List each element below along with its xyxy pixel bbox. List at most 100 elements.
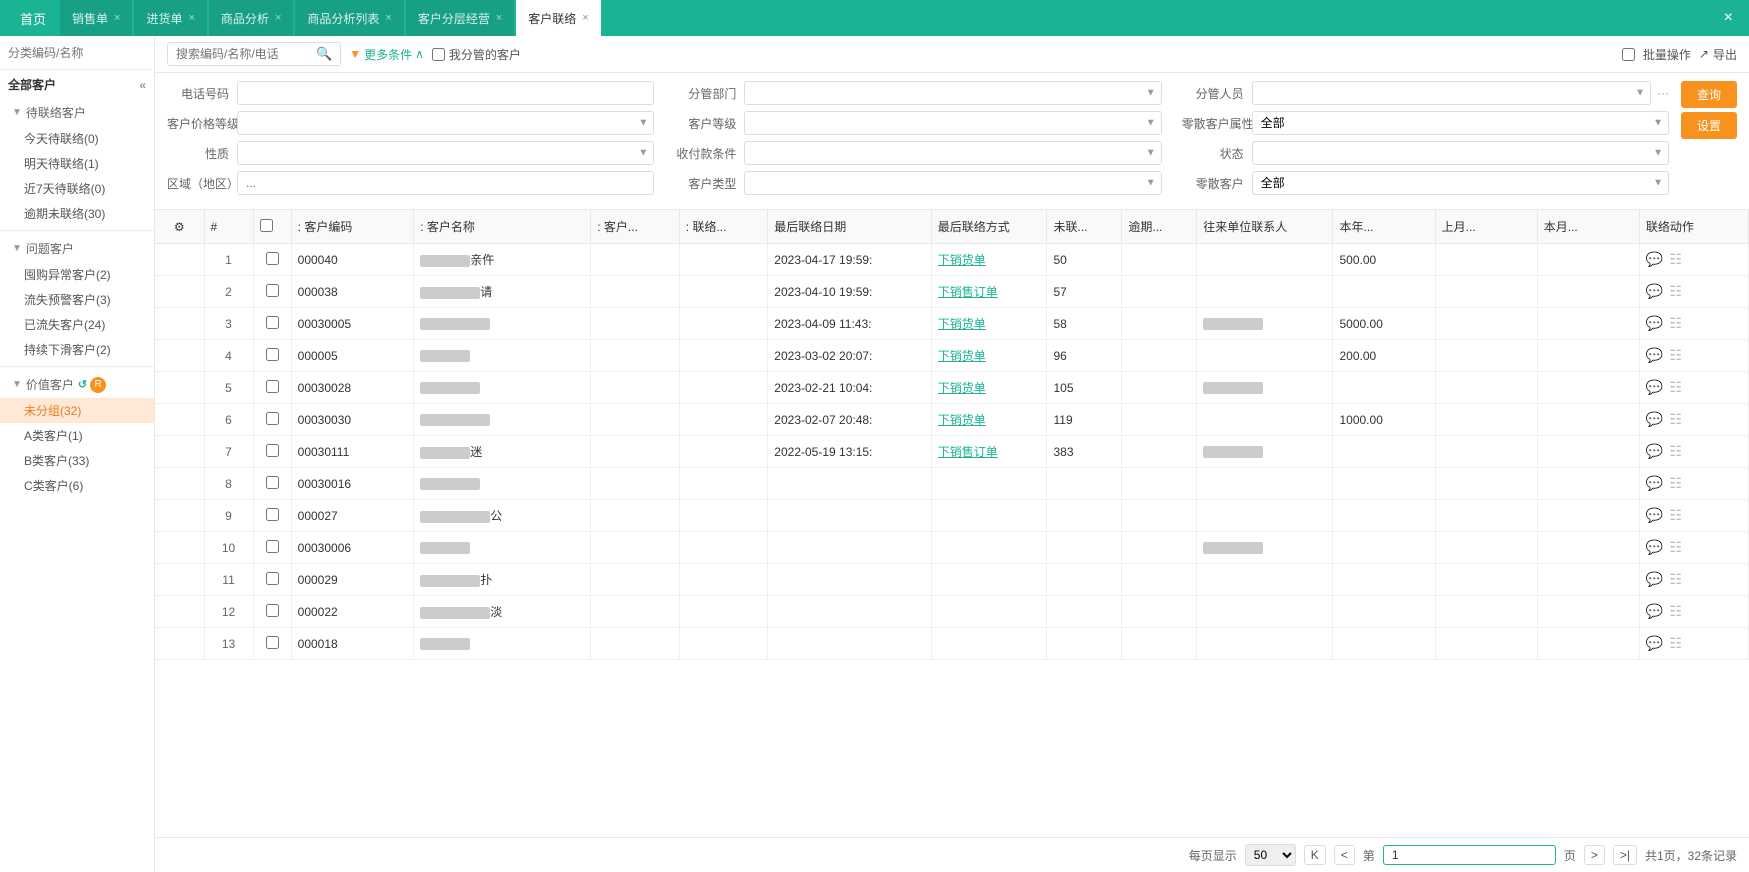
action-grid-icon[interactable]: ☷ <box>1669 475 1682 492</box>
tab-customer-tier[interactable]: 客户分层经营 × <box>406 0 514 36</box>
lastway-link[interactable]: 下销货单 <box>938 381 986 395</box>
sidebar-item-tomorrow-pending[interactable]: 明天待联络(1) <box>0 151 154 176</box>
action-grid-icon[interactable]: ☷ <box>1669 347 1682 364</box>
tab-sales-order[interactable]: 销售单 × <box>60 0 132 36</box>
row-checkbox[interactable] <box>266 572 279 585</box>
filter-more-conditions[interactable]: ▼ 更多条件 ∧ <box>349 46 424 63</box>
tab-product-analysis-list[interactable]: 商品分析列表 × <box>295 0 403 36</box>
row-checkbox[interactable] <box>266 604 279 617</box>
action-grid-icon[interactable]: ☷ <box>1669 251 1682 268</box>
filter-search-input[interactable] <box>176 47 316 61</box>
row-checkbox[interactable] <box>266 284 279 297</box>
action-grid-icon[interactable]: ☷ <box>1669 571 1682 588</box>
sidebar-item-type-a[interactable]: A类客户(1) <box>0 423 154 448</box>
action-grid-icon[interactable]: ☷ <box>1669 603 1682 620</box>
table-cell-check[interactable] <box>253 628 291 660</box>
filter-search-icon[interactable]: 🔍 <box>316 46 332 62</box>
adv-field-region-input[interactable] <box>237 171 654 195</box>
row-checkbox[interactable] <box>266 476 279 489</box>
sidebar-item-overdue-pending[interactable]: 逾期未联络(30) <box>0 201 154 226</box>
action-chat-icon[interactable]: 💬 <box>1646 539 1663 556</box>
sidebar-item-today-pending[interactable]: 今天待联络(0) <box>0 126 154 151</box>
row-checkbox[interactable] <box>266 348 279 361</box>
table-cell-check[interactable] <box>253 564 291 596</box>
table-cell-check[interactable] <box>253 532 291 564</box>
sidebar-collapse-icon[interactable]: « <box>139 78 146 92</box>
row-checkbox[interactable] <box>266 508 279 521</box>
th-settings[interactable]: ⚙ <box>155 210 204 244</box>
sidebar-item-churned[interactable]: 已流失客户(24) <box>0 312 154 337</box>
row-checkbox[interactable] <box>266 252 279 265</box>
tab-purchase-order[interactable]: 进货单 × <box>134 0 206 36</box>
sidebar-search-input[interactable] <box>8 46 155 60</box>
lastway-link[interactable]: 下销货单 <box>938 349 986 363</box>
tab-product-analysis[interactable]: 商品分析 × <box>209 0 293 36</box>
tab-product-analysis-list-close[interactable]: × <box>385 12 391 24</box>
pagination-first-btn[interactable]: K <box>1304 845 1326 865</box>
table-cell-check[interactable] <box>253 340 291 372</box>
tab-customer-tier-close[interactable]: × <box>496 12 502 24</box>
adv-field-payment-select[interactable] <box>744 141 1161 165</box>
action-grid-icon[interactable]: ☷ <box>1669 443 1682 460</box>
action-chat-icon[interactable]: 💬 <box>1646 507 1663 524</box>
table-cell-check[interactable] <box>253 276 291 308</box>
manager-more-icon[interactable]: ··· <box>1657 86 1669 100</box>
action-grid-icon[interactable]: ☷ <box>1669 283 1682 300</box>
action-grid-icon[interactable]: ☷ <box>1669 379 1682 396</box>
table-cell-check[interactable] <box>253 308 291 340</box>
action-chat-icon[interactable]: 💬 <box>1646 315 1663 332</box>
pagination-last-btn[interactable]: >| <box>1613 845 1637 865</box>
sidebar-item-7days-pending[interactable]: 近7天待联络(0) <box>0 176 154 201</box>
action-chat-icon[interactable]: 💬 <box>1646 251 1663 268</box>
sidebar-group-pending-contact[interactable]: ▼ 待联络客户 <box>0 99 154 126</box>
tab-customer-contact-close[interactable]: × <box>582 12 588 24</box>
adv-field-dept-select[interactable] <box>744 81 1161 105</box>
sidebar-all-customers-header[interactable]: 全部客户 « <box>0 70 154 99</box>
adv-field-customer-type-select[interactable] <box>744 171 1161 195</box>
action-grid-icon[interactable]: ☷ <box>1669 411 1682 428</box>
table-cell-check[interactable] <box>253 372 291 404</box>
action-grid-icon[interactable]: ☷ <box>1669 635 1682 652</box>
action-chat-icon[interactable]: 💬 <box>1646 475 1663 492</box>
adv-field-retail-attr-select[interactable]: 全部 是 否 <box>1252 111 1669 135</box>
action-grid-icon[interactable]: ☷ <box>1669 507 1682 524</box>
adv-field-customer-level-select[interactable] <box>744 111 1161 135</box>
adv-field-price-level-select[interactable] <box>237 111 654 135</box>
action-chat-icon[interactable]: 💬 <box>1646 411 1663 428</box>
pagination-next-btn[interactable]: > <box>1584 845 1605 865</box>
action-chat-icon[interactable]: 💬 <box>1646 603 1663 620</box>
th-check-all[interactable] <box>260 219 273 232</box>
action-chat-icon[interactable]: 💬 <box>1646 379 1663 396</box>
sidebar-item-churn-warning[interactable]: 流失预警客户(3) <box>0 287 154 312</box>
lastway-link[interactable]: 下销售订单 <box>938 445 998 459</box>
row-checkbox[interactable] <box>266 316 279 329</box>
pagination-current-page[interactable] <box>1383 845 1556 865</box>
batch-checkbox[interactable] <box>1622 48 1635 61</box>
query-button[interactable]: 查询 <box>1681 81 1737 108</box>
action-chat-icon[interactable]: 💬 <box>1646 635 1663 652</box>
action-grid-icon[interactable]: ☷ <box>1669 539 1682 556</box>
tab-purchase-order-close[interactable]: × <box>188 12 194 24</box>
pagination-prev-btn[interactable]: < <box>1334 845 1355 865</box>
table-cell-check[interactable] <box>253 244 291 276</box>
table-cell-check[interactable] <box>253 436 291 468</box>
row-checkbox[interactable] <box>266 540 279 553</box>
action-chat-icon[interactable]: 💬 <box>1646 283 1663 300</box>
adv-field-manager-select[interactable] <box>1252 81 1651 105</box>
sidebar-item-ungroup[interactable]: 未分组(32) <box>0 398 154 423</box>
table-cell-check[interactable] <box>253 500 291 532</box>
tab-product-analysis-close[interactable]: × <box>275 12 281 24</box>
reset-button[interactable]: 设置 <box>1681 112 1737 139</box>
row-checkbox[interactable] <box>266 444 279 457</box>
row-checkbox[interactable] <box>266 412 279 425</box>
adv-field-retail-customer-select[interactable]: 全部 是 否 <box>1252 171 1669 195</box>
lastway-link[interactable]: 下销货单 <box>938 317 986 331</box>
sidebar-item-declining[interactable]: 持续下滑客户(2) <box>0 337 154 362</box>
action-chat-icon[interactable]: 💬 <box>1646 571 1663 588</box>
tab-customer-contact[interactable]: 客户联络 × <box>516 0 600 36</box>
sidebar-group-value[interactable]: ▼ 价值客户 ↺ R <box>0 371 154 398</box>
sidebar-item-hoarding-anomaly[interactable]: 囤购异常客户(2) <box>0 262 154 287</box>
home-tab[interactable]: 首页 <box>8 0 58 36</box>
adv-field-status-select[interactable] <box>1252 141 1669 165</box>
lastway-link[interactable]: 下销售订单 <box>938 285 998 299</box>
